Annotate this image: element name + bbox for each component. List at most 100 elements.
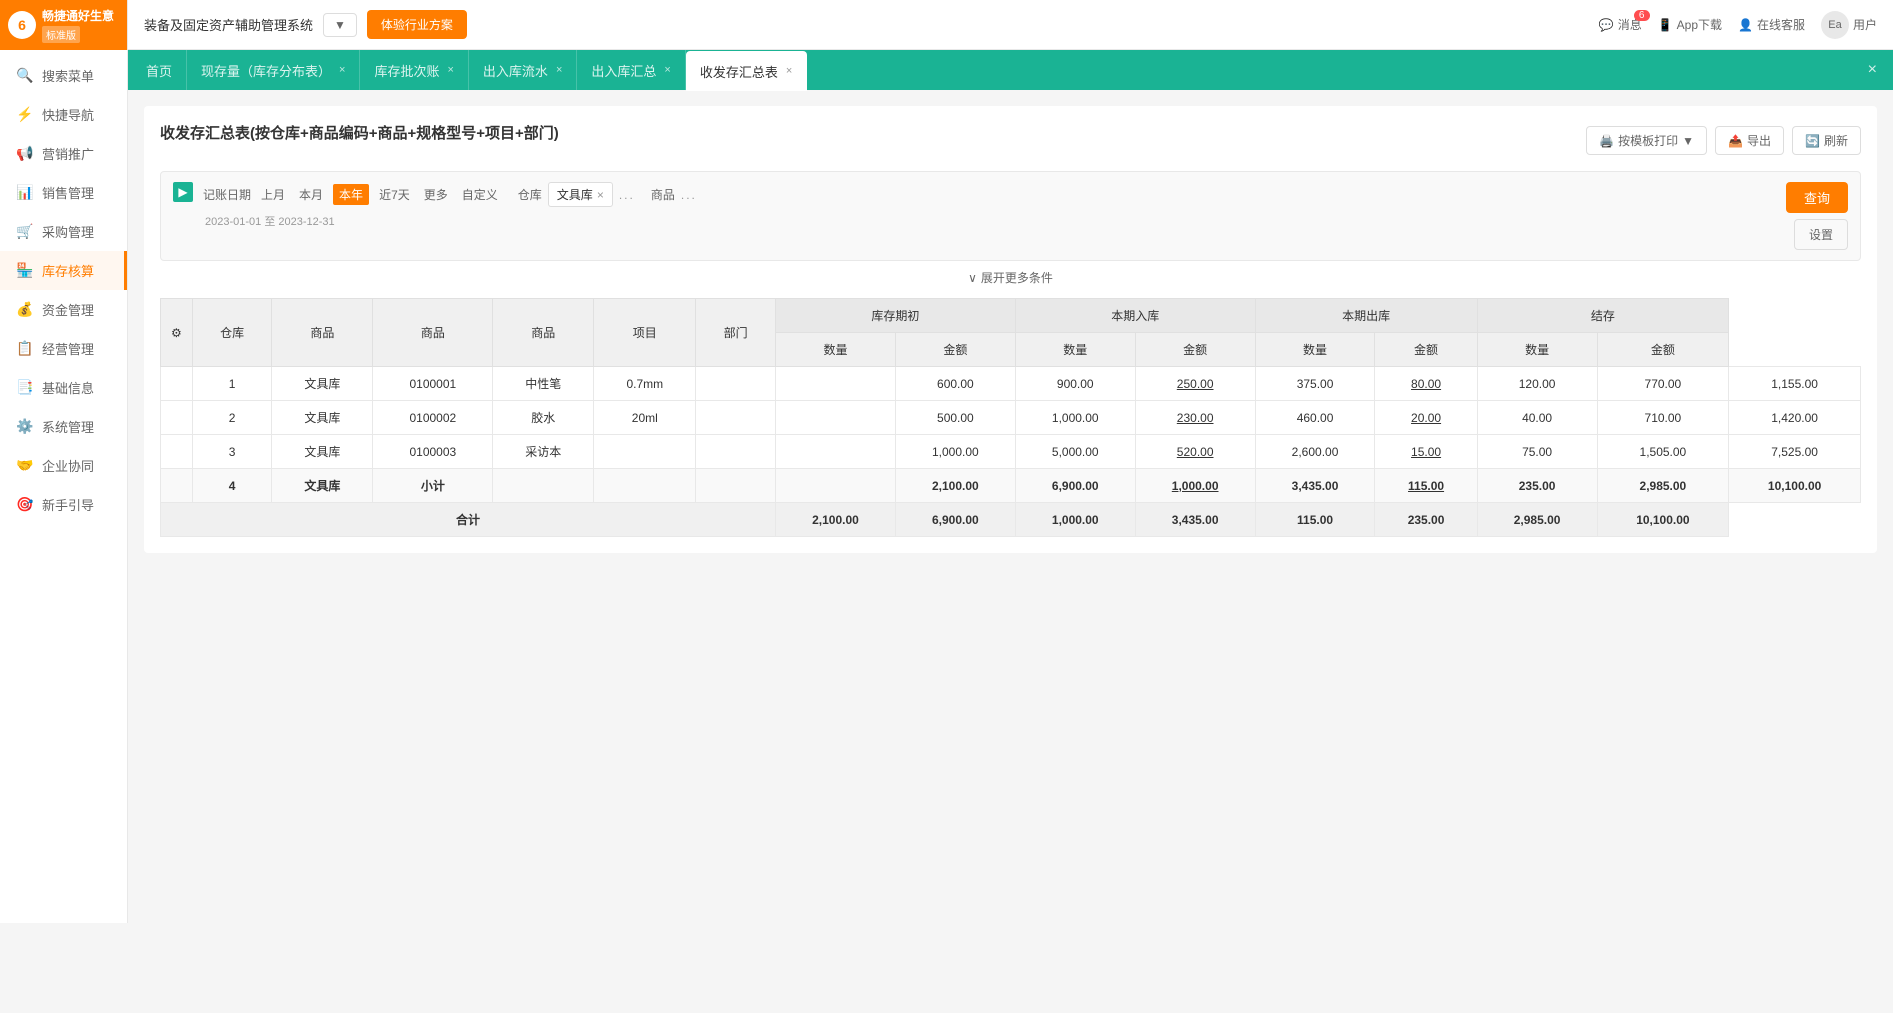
sidebar-item-basic-info[interactable]: 📑 基础信息 bbox=[0, 368, 127, 407]
search-icon: 🔍 bbox=[16, 67, 34, 85]
table-row: 3文具库0100003采访本1,000.005,000.00520.002,60… bbox=[161, 435, 1861, 469]
row-project bbox=[696, 435, 776, 469]
page-title: 收发存汇总表(按仓库+商品编码+商品+规格型号+项目+部门) bbox=[160, 122, 559, 143]
settings-icon[interactable]: ⚙ bbox=[171, 326, 182, 340]
row-no: 2 bbox=[192, 401, 272, 435]
sidebar-item-system[interactable]: ⚙️ 系统管理 bbox=[0, 407, 127, 446]
trial-button[interactable]: 体验行业方案 bbox=[367, 10, 467, 39]
message-action[interactable]: 💬 消息 6 bbox=[1599, 16, 1642, 33]
online-service-action[interactable]: 👤 在线客服 bbox=[1738, 16, 1805, 33]
message-badge: 6 bbox=[1634, 10, 1650, 21]
row-goods-spec: 20ml bbox=[594, 401, 696, 435]
toolbar-actions: 🖨️ 按模板打印 ▼ 📤 导出 🔄 刷新 bbox=[1586, 126, 1861, 155]
service-icon: 👤 bbox=[1738, 18, 1753, 32]
print-button[interactable]: 🖨️ 按模板打印 ▼ bbox=[1586, 126, 1707, 155]
tab-bar: 首页 现存量（库存分布表） × 库存批次账 × 出入库流水 × 出入库汇总 × … bbox=[128, 50, 1893, 90]
filter-arrow-button[interactable]: ▶ bbox=[173, 182, 193, 202]
row-opening-amt: 5,000.00 bbox=[1015, 435, 1135, 469]
date-7days-btn[interactable]: 近7天 bbox=[375, 184, 414, 205]
row-in-qty[interactable]: 520.00 bbox=[1135, 435, 1255, 469]
date-label: 记账日期 bbox=[203, 186, 251, 203]
tab-batch[interactable]: 库存批次账 × bbox=[360, 50, 468, 90]
logo-tag: 标准版 bbox=[42, 26, 80, 43]
tab-close-stock-dist[interactable]: × bbox=[339, 65, 345, 76]
row-opening-amt: 6,900.00 bbox=[1015, 469, 1135, 503]
tab-close-inout-summary[interactable]: × bbox=[664, 65, 670, 76]
warehouse-tag[interactable]: 文具库 × bbox=[548, 182, 613, 207]
row-out-qty[interactable]: 20.00 bbox=[1375, 401, 1477, 435]
row-no: 1 bbox=[192, 367, 272, 401]
app-download-action[interactable]: 📱 App下载 bbox=[1658, 16, 1722, 33]
tab-recv-send-summary[interactable]: 收发存汇总表 × bbox=[686, 51, 807, 91]
guide-icon: 🎯 bbox=[16, 496, 34, 514]
total-in-amt: 3,435.00 bbox=[1135, 503, 1255, 537]
row-in-qty[interactable]: 230.00 bbox=[1135, 401, 1255, 435]
row-department bbox=[776, 401, 896, 435]
sidebar: 6 畅捷通好生意 标准版 🔍 搜索菜单 ⚡ 快捷导航 📢 营销推广 📊 销售管理… bbox=[0, 0, 128, 923]
sidebar-item-label: 快捷导航 bbox=[42, 105, 94, 124]
user-action[interactable]: Ea 用户 bbox=[1821, 11, 1877, 39]
row-goods-code: 0100001 bbox=[373, 367, 493, 401]
sidebar-item-finance[interactable]: 💰 资金管理 bbox=[0, 290, 127, 329]
tab-close-batch[interactable]: × bbox=[447, 65, 453, 76]
message-icon: 💬 bbox=[1599, 18, 1614, 32]
logo-icon: 6 bbox=[8, 11, 36, 39]
tab-close-inout-flow[interactable]: × bbox=[556, 65, 562, 76]
sidebar-item-operations[interactable]: 📋 经营管理 bbox=[0, 329, 127, 368]
sidebar-item-quick-nav[interactable]: ⚡ 快捷导航 bbox=[0, 95, 127, 134]
refresh-button[interactable]: 🔄 刷新 bbox=[1792, 126, 1861, 155]
tab-close-recv-send-summary[interactable]: × bbox=[786, 66, 792, 77]
sidebar-item-marketing[interactable]: 📢 营销推广 bbox=[0, 134, 127, 173]
expand-conditions-button[interactable]: ∨ 展开更多条件 bbox=[968, 269, 1053, 286]
sidebar-item-collab[interactable]: 🤝 企业协同 bbox=[0, 446, 127, 485]
row-in-qty[interactable]: 250.00 bbox=[1135, 367, 1255, 401]
row-out-qty[interactable]: 80.00 bbox=[1375, 367, 1477, 401]
total-balance-qty: 2,985.00 bbox=[1477, 503, 1597, 537]
goods-dots[interactable]: ... bbox=[681, 188, 697, 202]
tab-inout-summary[interactable]: 出入库汇总 × bbox=[577, 50, 685, 90]
date-more-btn[interactable]: 更多 bbox=[420, 184, 452, 205]
row-out-qty[interactable]: 15.00 bbox=[1375, 435, 1477, 469]
sidebar-item-label: 新手引导 bbox=[42, 495, 94, 514]
sidebar-item-sales[interactable]: 📊 销售管理 bbox=[0, 173, 127, 212]
sidebar-item-purchase[interactable]: 🛒 采购管理 bbox=[0, 212, 127, 251]
header-left: 装备及固定资产辅助管理系统 ▼ 体验行业方案 bbox=[144, 10, 467, 39]
row-goods-name: 胶水 bbox=[493, 401, 594, 435]
tab-home[interactable]: 首页 bbox=[132, 50, 187, 90]
print-icon: 🖨️ bbox=[1599, 134, 1614, 148]
warehouse-dots[interactable]: ... bbox=[619, 188, 635, 202]
tab-stock-dist[interactable]: 现存量（库存分布表） × bbox=[187, 50, 360, 90]
export-button[interactable]: 📤 导出 bbox=[1715, 126, 1784, 155]
row-department bbox=[776, 367, 896, 401]
query-button[interactable]: 查询 bbox=[1786, 182, 1848, 213]
date-this-month-btn[interactable]: 本月 bbox=[295, 184, 327, 205]
row-department bbox=[776, 469, 896, 503]
row-project bbox=[696, 401, 776, 435]
row-opening-qty: 600.00 bbox=[895, 367, 1015, 401]
row-balance-amt: 10,100.00 bbox=[1729, 469, 1861, 503]
date-last-month-btn[interactable]: 上月 bbox=[257, 184, 289, 205]
row-balance-amt: 1,155.00 bbox=[1729, 367, 1861, 401]
row-out-qty[interactable]: 115.00 bbox=[1375, 469, 1477, 503]
system-dropdown[interactable]: ▼ bbox=[323, 13, 357, 37]
row-out-amt: 235.00 bbox=[1477, 469, 1597, 503]
row-in-qty[interactable]: 1,000.00 bbox=[1135, 469, 1255, 503]
tab-bar-close[interactable]: × bbox=[1852, 61, 1893, 79]
row-opening-amt: 900.00 bbox=[1015, 367, 1135, 401]
date-custom-btn[interactable]: 自定义 bbox=[458, 184, 502, 205]
sidebar-item-guide[interactable]: 🎯 新手引导 bbox=[0, 485, 127, 524]
content-card: 收发存汇总表(按仓库+商品编码+商品+规格型号+项目+部门) 🖨️ 按模板打印 … bbox=[144, 106, 1877, 553]
sidebar-item-search[interactable]: 🔍 搜索菜单 bbox=[0, 56, 127, 95]
sidebar-item-inventory[interactable]: 🏪 库存核算 bbox=[0, 251, 127, 290]
row-opening-qty: 500.00 bbox=[895, 401, 1015, 435]
date-this-year-btn[interactable]: 本年 bbox=[333, 184, 369, 205]
row-opening-qty: 1,000.00 bbox=[895, 435, 1015, 469]
system-name: 装备及固定资产辅助管理系统 bbox=[144, 15, 313, 34]
tab-inout-flow[interactable]: 出入库流水 × bbox=[469, 50, 577, 90]
goods-filter: 商品 ... bbox=[651, 186, 697, 203]
finance-icon: 💰 bbox=[16, 301, 34, 319]
row-warehouse: 文具库 bbox=[272, 367, 373, 401]
sidebar-item-label: 经营管理 bbox=[42, 339, 94, 358]
filter-settings-button[interactable]: 设置 bbox=[1794, 219, 1848, 250]
warehouse-tag-close[interactable]: × bbox=[597, 188, 604, 202]
